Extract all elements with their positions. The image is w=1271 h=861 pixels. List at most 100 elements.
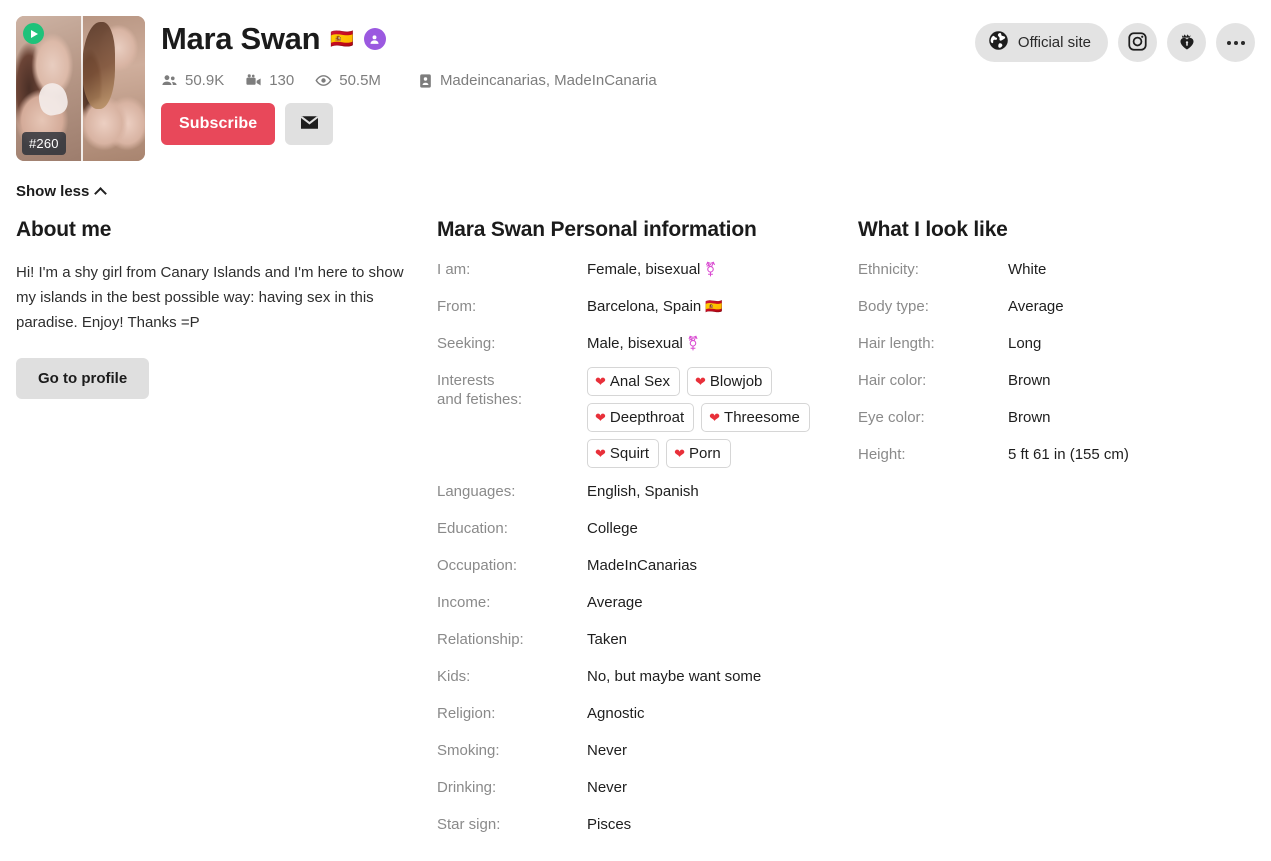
- info-row-value: English, Spanish: [587, 482, 858, 519]
- info-row-value: 5 ft 61 in (155 cm): [1008, 445, 1255, 482]
- info-row: Religion: Agnostic: [437, 704, 858, 741]
- globe-icon: [988, 30, 1009, 55]
- instagram-button[interactable]: [1118, 23, 1157, 62]
- play-icon[interactable]: [23, 23, 44, 44]
- interest-chip-label: Anal Sex: [609, 373, 670, 390]
- views-count: 50.5M: [339, 72, 381, 90]
- interest-chip-label: Porn: [689, 445, 721, 462]
- info-row-value-text: Pisces: [587, 816, 632, 833]
- info-row-label: Seeking:: [437, 335, 496, 352]
- about-me-title: About me: [16, 218, 112, 241]
- info-row-value-text: Brown: [1008, 372, 1051, 389]
- info-row-value-text: English, Spanish: [587, 483, 699, 500]
- avatar-photo-right: [80, 16, 145, 161]
- about-me-column: About me Hi! I'm a shy girl from Canary …: [16, 218, 437, 399]
- profile-details: About me Hi! I'm a shy girl from Canary …: [0, 218, 1271, 852]
- info-row-value: MadeInCanarias: [587, 556, 858, 593]
- info-row-value: Brown: [1008, 371, 1255, 408]
- info-row-value: Never: [587, 778, 858, 815]
- info-row-value: College: [587, 519, 858, 556]
- header-action-buttons: Official site: [974, 23, 1255, 62]
- info-row-value-text: Long: [1008, 335, 1042, 352]
- info-row-value: Average: [1008, 297, 1255, 334]
- heart-icon: ❤: [694, 374, 706, 389]
- videos-count: 130: [269, 72, 295, 90]
- personal-information-title: Mara Swan Personal information: [437, 218, 757, 241]
- fan-club-button[interactable]: [1167, 23, 1206, 62]
- about-me-text: Hi! I'm a shy girl from Canary Islands a…: [16, 264, 404, 331]
- info-row: Eye color: Brown: [858, 408, 1255, 445]
- official-site-button[interactable]: Official site: [974, 23, 1108, 62]
- appearance-table: Ethnicity: White Body type: Average Hair len…: [858, 260, 1255, 482]
- heart-icon: ❤: [595, 446, 606, 461]
- interests-label: Interests and fetishes:: [437, 372, 523, 408]
- interest-chip[interactable]: ❤ Deepthroat: [587, 403, 695, 432]
- info-row-value: Barcelona, Spain 🇪🇸: [587, 297, 858, 334]
- eye-icon: [315, 72, 332, 89]
- info-row-value-text: Average: [587, 594, 643, 611]
- go-to-profile-button[interactable]: Go to profile: [16, 358, 150, 399]
- interest-chip-label: Threesome: [724, 409, 800, 426]
- interest-chip[interactable]: ❤ Squirt: [587, 439, 660, 468]
- envelope-icon: [299, 114, 320, 134]
- info-row: Seeking: Male, bisexual ⚧: [437, 334, 858, 371]
- stat-videos: 130: [245, 72, 294, 89]
- interest-chip[interactable]: ❤ Anal Sex: [587, 367, 680, 396]
- info-row: Smoking: Never: [437, 741, 858, 778]
- verified-user-badge: [363, 28, 386, 51]
- info-row: Height: 5 ft 61 in (155 cm): [858, 445, 1255, 482]
- info-row-label: Smoking:: [437, 742, 500, 759]
- interest-chip[interactable]: ❤ Blowjob: [686, 367, 773, 396]
- primary-actions: Subscribe: [161, 103, 1255, 146]
- info-row-value: Taken: [587, 630, 858, 667]
- interests-chip-list: ❤ Anal Sex ❤ Blowjob ❤ Deepthroat ❤ Threesome ❤ S…: [587, 367, 827, 468]
- info-row: Hair length: Long: [858, 334, 1255, 371]
- spain-flag-icon: 🇪🇸: [330, 28, 354, 50]
- rank-badge: #260: [22, 132, 66, 155]
- info-row-value: Long: [1008, 334, 1255, 371]
- info-row-value-text: Agnostic: [587, 705, 645, 722]
- info-row-value: Pisces: [587, 815, 858, 852]
- instagram-icon: [1127, 31, 1148, 55]
- info-row-value: Average: [587, 593, 858, 630]
- info-row-value: Brown: [1008, 408, 1255, 445]
- info-row-label: From:: [437, 298, 477, 315]
- info-row-value-text: Female, bisexual: [587, 261, 701, 278]
- more-options-button[interactable]: [1216, 23, 1255, 62]
- stat-subscribers: 50.9K: [161, 72, 224, 89]
- info-row-value-text: Taken: [587, 631, 628, 648]
- interest-chip[interactable]: ❤ Threesome: [701, 403, 810, 432]
- profile-stats: 50.9K 130 50.5M Madeincanarias, MadeInCa…: [161, 72, 1255, 89]
- info-row-value-text: 5 ft 61 in (155 cm): [1008, 446, 1129, 463]
- info-row: Occupation: MadeInCanarias: [437, 556, 858, 593]
- show-less-toggle[interactable]: Show less: [16, 183, 108, 200]
- message-button[interactable]: [285, 103, 334, 146]
- subscribe-button[interactable]: Subscribe: [161, 103, 276, 146]
- interests-chips-cell: ❤ Anal Sex ❤ Blowjob ❤ Deepthroat ❤ Threesome ❤ S…: [587, 367, 858, 482]
- info-row-label: Occupation:: [437, 557, 518, 574]
- avatar-divider: [80, 16, 83, 161]
- info-row-value-text: Average: [1008, 298, 1064, 315]
- interest-chip-label: Deepthroat: [609, 409, 685, 426]
- interest-chip[interactable]: ❤ Porn: [666, 439, 731, 468]
- info-row-value-text: No, but maybe want some: [587, 668, 762, 685]
- info-row: Drinking: Never: [437, 778, 858, 815]
- heart-icon: ❤: [674, 446, 685, 461]
- profile-avatar[interactable]: #260: [16, 16, 145, 161]
- info-row-label: Hair color:: [858, 372, 927, 389]
- info-row: I am: Female, bisexual ⚧: [437, 260, 858, 297]
- info-row-label: Body type:: [858, 298, 929, 315]
- info-row-label: I am:: [437, 261, 471, 278]
- video-camera-icon: [245, 72, 262, 89]
- stat-views: 50.5M: [315, 72, 381, 89]
- info-row-label: Height:: [858, 446, 906, 463]
- info-row-label: Income:: [437, 594, 491, 611]
- page-title: Mara Swan: [161, 21, 321, 56]
- crown-heart-lock-icon: [1176, 30, 1198, 55]
- info-row-value: Female, bisexual ⚧: [587, 260, 858, 297]
- interest-chip-label: Blowjob: [709, 373, 763, 390]
- info-row-value-text: College: [587, 520, 638, 537]
- info-row: Ethnicity: White: [858, 260, 1255, 297]
- aliases-text: Madeincanarias, MadeInCanaria: [439, 72, 657, 90]
- info-row-label: Drinking:: [437, 779, 497, 796]
